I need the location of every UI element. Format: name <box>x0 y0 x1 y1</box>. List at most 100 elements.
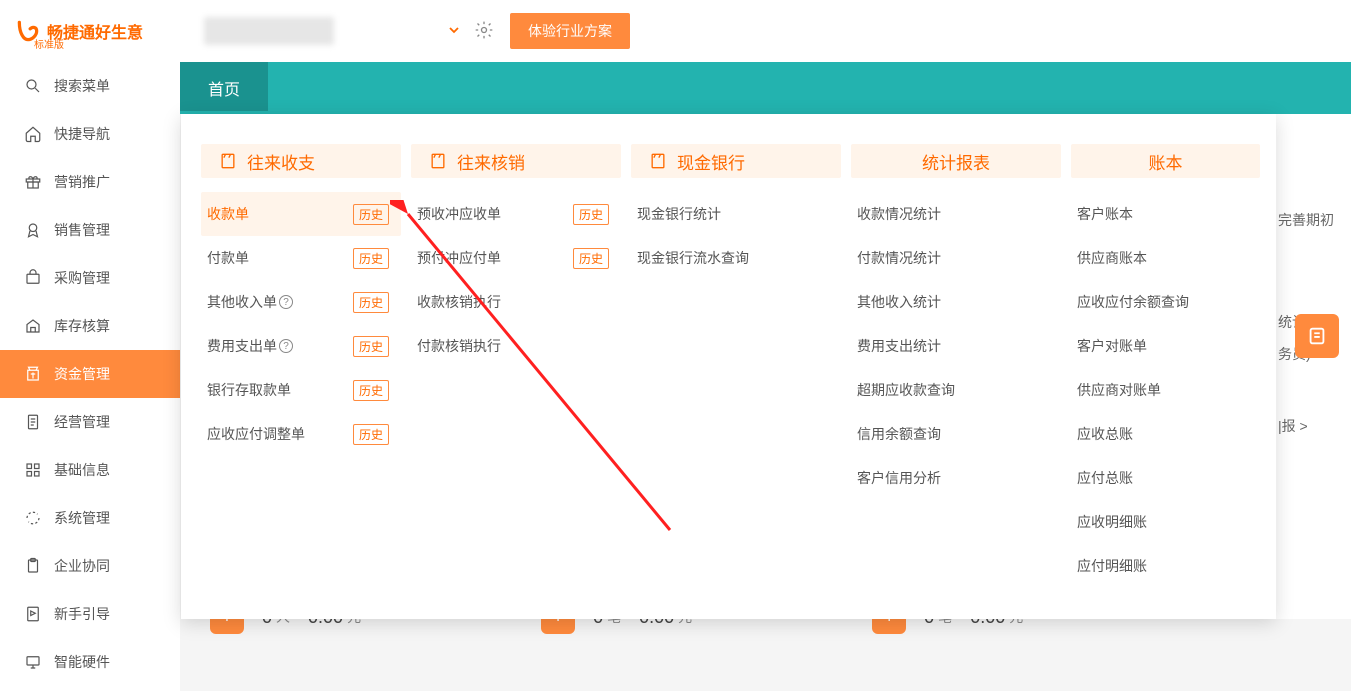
mega-item[interactable]: 收款核销执行 <box>411 280 621 324</box>
mega-item-label: 应收明细账 <box>1077 512 1147 532</box>
mega-item[interactable]: 应收应付余额查询 <box>1071 280 1260 324</box>
mega-item-label: 信用余额查询 <box>857 424 941 444</box>
cart-icon <box>24 269 42 287</box>
mega-item[interactable]: 现金银行流水查询 <box>631 236 841 280</box>
mega-item[interactable]: 客户信用分析 <box>851 456 1061 500</box>
mega-item[interactable]: 应付总账 <box>1071 456 1260 500</box>
mega-col-title: 账本 <box>1149 149 1183 174</box>
mega-item-label: 付款核销执行 <box>417 336 501 356</box>
mega-item-label: 客户信用分析 <box>857 468 941 488</box>
sidebar-item-search[interactable]: 搜索菜单 <box>0 62 180 110</box>
nav-label: 营销推广 <box>54 172 110 192</box>
logo-edition: 标准版 <box>34 36 64 51</box>
history-badge[interactable]: 历史 <box>573 248 609 269</box>
nav-label: 资金管理 <box>54 364 110 384</box>
history-badge[interactable]: 历史 <box>353 204 389 225</box>
mega-item[interactable]: 其他收入统计 <box>851 280 1061 324</box>
nav-label: 搜索菜单 <box>54 76 110 96</box>
sidebar-item-cycle[interactable]: 系统管理 <box>0 494 180 542</box>
mega-item[interactable]: 现金银行统计 <box>631 192 841 236</box>
history-badge[interactable]: 历史 <box>353 336 389 357</box>
mega-item[interactable]: 费用支出统计 <box>851 324 1061 368</box>
mega-item[interactable]: 付款核销执行 <box>411 324 621 368</box>
mega-item-label: 付款情况统计 <box>857 248 941 268</box>
cycle-icon <box>24 509 42 527</box>
sidebar-item-compass[interactable]: 新手引导 <box>0 590 180 638</box>
mega-col-title: 统计报表 <box>922 149 990 174</box>
gift-icon <box>24 173 42 191</box>
history-badge[interactable]: 历史 <box>353 424 389 445</box>
mega-item[interactable]: 银行存取款单历史 <box>201 368 401 412</box>
history-badge[interactable]: 历史 <box>353 248 389 269</box>
history-badge[interactable]: 历史 <box>573 204 609 225</box>
mega-item[interactable]: 信用余额查询 <box>851 412 1061 456</box>
sidebar-item-gift[interactable]: 营销推广 <box>0 158 180 206</box>
mega-item[interactable]: 供应商账本 <box>1071 236 1260 280</box>
nav-label: 企业协同 <box>54 556 110 576</box>
mega-item[interactable]: 应收总账 <box>1071 412 1260 456</box>
mega-col: 往来核销预收冲应收单历史预付冲应付单历史收款核销执行付款核销执行 <box>411 144 621 599</box>
mega-item[interactable]: 应收应付调整单 历史 <box>201 412 401 456</box>
mega-item-label: 收款核销执行 <box>417 292 501 312</box>
mega-item[interactable]: 应收明细账 <box>1071 500 1260 544</box>
nav-label: 采购管理 <box>54 268 110 288</box>
sidebar-item-badge[interactable]: 销售管理 <box>0 206 180 254</box>
mega-item-label: 现金银行流水查询 <box>637 248 749 268</box>
money-icon <box>24 365 42 383</box>
mega-item[interactable]: 客户账本 <box>1071 192 1260 236</box>
mega-item[interactable]: 费用支出单?历史 <box>201 324 401 368</box>
help-icon[interactable]: ? <box>279 339 293 353</box>
mega-col: 统计报表收款情况统计付款情况统计其他收入统计费用支出统计超期应收款查询信用余额查… <box>851 144 1061 599</box>
mega-item-label: 收款单 <box>207 204 249 224</box>
mega-col: 账本客户账本供应商账本应收应付余额查询客户对账单供应商对账单应收总账应付总账应收… <box>1071 144 1260 599</box>
search-icon <box>24 77 42 95</box>
mega-item[interactable]: 付款情况统计 <box>851 236 1061 280</box>
clipboard-icon <box>24 557 42 575</box>
doc-icon <box>24 413 42 431</box>
mega-item[interactable]: 收款单 历史 <box>201 192 401 236</box>
mega-item[interactable]: 供应商对账单 <box>1071 368 1260 412</box>
chevron-down-icon[interactable] <box>448 23 460 39</box>
sidebar-item-clipboard[interactable]: 企业协同 <box>0 542 180 590</box>
mega-item[interactable]: 超期应收款查询 <box>851 368 1061 412</box>
sidebar-item-house[interactable]: 库存核算 <box>0 302 180 350</box>
mega-item[interactable]: 应付明细账 <box>1071 544 1260 588</box>
mega-item[interactable]: 收款情况统计 <box>851 192 1061 236</box>
sidebar-item-money[interactable]: 资金管理 <box>0 350 180 398</box>
history-badge[interactable]: 历史 <box>353 292 389 313</box>
badge-icon <box>24 221 42 239</box>
mega-item-label: 应收应付余额查询 <box>1077 292 1189 312</box>
nav-label: 新手引导 <box>54 604 110 624</box>
mega-item-label: 客户账本 <box>1077 204 1133 224</box>
header: 体验行业方案 <box>180 0 1351 62</box>
peek-icon[interactable] <box>1295 314 1339 358</box>
mega-item[interactable]: 其他收入单? 历史 <box>201 280 401 324</box>
history-badge[interactable]: 历史 <box>353 380 389 401</box>
mega-item-label: 收款情况统计 <box>857 204 941 224</box>
sidebar-item-doc[interactable]: 经营管理 <box>0 398 180 446</box>
cta-button[interactable]: 体验行业方案 <box>510 13 630 49</box>
mega-item-label: 其他收入单? <box>207 292 293 312</box>
gear-icon[interactable] <box>474 20 496 42</box>
mega-item-label: 应付总账 <box>1077 468 1133 488</box>
mega-item-label: 供应商对账单 <box>1077 380 1161 400</box>
sidebar-item-cart[interactable]: 采购管理 <box>0 254 180 302</box>
tab-home[interactable]: 首页 <box>180 62 268 114</box>
mega-item-label: 预收冲应收单 <box>417 204 501 224</box>
mega-item[interactable]: 预收冲应收单 历史 <box>411 192 621 236</box>
help-icon[interactable]: ? <box>279 295 293 309</box>
mega-col: 现金银行现金银行统计现金银行流水查询 <box>631 144 841 599</box>
nav-label: 基础信息 <box>54 460 110 480</box>
mega-item-label: 超期应收款查询 <box>857 380 955 400</box>
mega-item[interactable]: 客户对账单 <box>1071 324 1260 368</box>
sidebar-item-grid[interactable]: 基础信息 <box>0 446 180 494</box>
mega-col-header: 账本 <box>1071 144 1260 178</box>
mega-item[interactable]: 预付冲应付单历史 <box>411 236 621 280</box>
compass-icon <box>24 605 42 623</box>
sidebar-item-tv[interactable]: 智能硬件 <box>0 638 180 686</box>
mega-item[interactable]: 付款单历史 <box>201 236 401 280</box>
logo: 畅捷通好生意 标准版 <box>0 0 180 62</box>
sidebar-item-home[interactable]: 快捷导航 <box>0 110 180 158</box>
mega-item-label: 应收应付调整单 <box>207 424 305 444</box>
nav-label: 智能硬件 <box>54 652 110 672</box>
